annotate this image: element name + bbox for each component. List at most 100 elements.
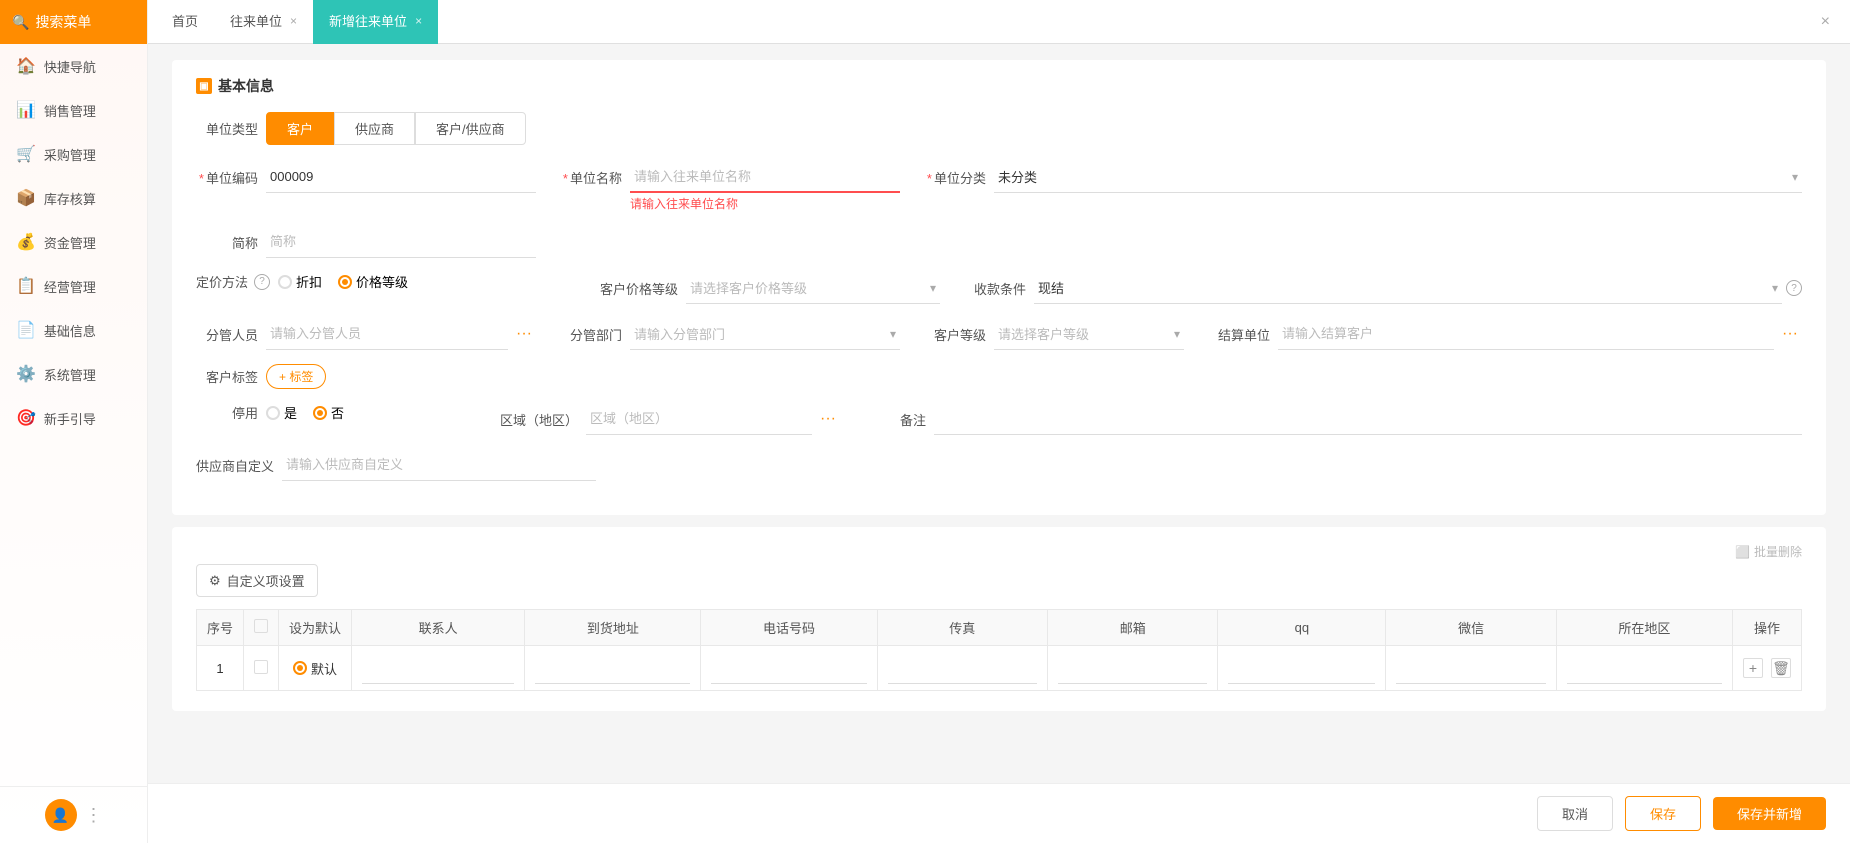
unit-name-label: 单位名称 <box>560 168 630 187</box>
row-phone-cell[interactable] <box>701 646 877 691</box>
select-all-checkbox[interactable] <box>254 619 268 633</box>
tab-counterparty-close[interactable]: × <box>290 14 297 28</box>
row-address-input[interactable] <box>535 652 690 684</box>
sidebar-bottom: 👤 ⋮ <box>0 786 147 843</box>
tab-new-counterparty[interactable]: 新增往来单位 × <box>313 0 438 44</box>
supplier-custom-label: 供应商自定义 <box>196 456 282 475</box>
unit-name-input[interactable] <box>630 161 900 193</box>
sidebar-search-label: 搜索菜单 <box>35 12 91 32</box>
short-name-input[interactable] <box>266 226 536 258</box>
row-pricing: 定价方法 ? 折扣 价格等级 <box>196 272 1802 304</box>
sidebar-item-label: 经营管理 <box>44 277 96 296</box>
radio-disable-no[interactable]: 否 <box>313 403 344 422</box>
field-pricing-method: 定价方法 ? 折扣 价格等级 <box>196 272 576 291</box>
custom-settings-button[interactable]: ⚙ 自定义项设置 <box>196 564 318 597</box>
row-email-input[interactable] <box>1058 652 1207 684</box>
region-dots-btn[interactable]: ··· <box>816 410 840 428</box>
department-select[interactable]: 请输入分管部门 ▾ <box>630 318 900 350</box>
radio-discount[interactable]: 折扣 <box>278 272 322 291</box>
region-input[interactable] <box>586 403 812 435</box>
customer-price-label: 客户价格等级 <box>600 279 686 298</box>
customer-grade-select[interactable]: 请选择客户等级 ▾ <box>994 318 1184 350</box>
row-default-radio[interactable]: 默认 <box>289 659 341 678</box>
tab-counterparty-label: 往来单位 <box>230 11 282 30</box>
purchase-icon: 🛒 <box>16 144 36 164</box>
manager-input[interactable] <box>266 318 508 350</box>
payment-terms-help-icon[interactable]: ? <box>1786 280 1802 296</box>
row-area-cell[interactable] <box>1556 646 1732 691</box>
remark-input[interactable] <box>934 403 1802 435</box>
row-wechat-input[interactable] <box>1396 652 1545 684</box>
customer-price-arrow: ▾ <box>930 281 936 295</box>
unit-code-input[interactable] <box>266 161 536 193</box>
row-area-input[interactable] <box>1567 652 1722 684</box>
tab-bar: 首页 往来单位 × 新增往来单位 × × <box>148 0 1850 44</box>
row-qq-input[interactable] <box>1228 652 1375 684</box>
sidebar-item-system[interactable]: ⚙️ 系统管理 <box>0 352 147 396</box>
radio-price-level[interactable]: 价格等级 <box>338 272 408 291</box>
col-phone: 电话号码 <box>701 610 877 646</box>
tab-counterparty[interactable]: 往来单位 × <box>214 0 313 44</box>
row-delete-btn[interactable]: 🗑 <box>1771 658 1791 678</box>
sidebar-item-newbie[interactable]: 🎯 新手引导 <box>0 396 147 440</box>
payment-terms-select[interactable]: 现结 ▾ <box>1034 272 1782 304</box>
batch-delete-label[interactable]: 批量删除 <box>1754 543 1802 560</box>
sidebar-item-label: 快捷导航 <box>44 57 96 76</box>
pricing-method-help-icon[interactable]: ? <box>254 274 270 290</box>
row-checkbox[interactable] <box>254 660 268 674</box>
sidebar-item-basic-info[interactable]: 📄 基础信息 <box>0 308 147 352</box>
row-fax-cell[interactable] <box>877 646 1047 691</box>
col-contact: 联系人 <box>352 610 525 646</box>
settlement-unit-label: 结算单位 <box>1208 325 1278 344</box>
tab-new-counterparty-close[interactable]: × <box>415 14 422 28</box>
sales-icon: 📊 <box>16 100 36 120</box>
tab-bar-close[interactable]: × <box>1809 13 1842 31</box>
department-label: 分管部门 <box>560 325 630 344</box>
unit-category-select[interactable]: 未分类 ▾ <box>994 161 1802 193</box>
save-new-button[interactable]: 保存并新增 <box>1713 797 1826 830</box>
add-tag-button[interactable]: + 标签 <box>266 364 326 389</box>
row-fax-input[interactable] <box>888 652 1037 684</box>
row-address-cell[interactable] <box>525 646 701 691</box>
field-supplier-custom: 供应商自定义 <box>196 449 596 481</box>
row-contact-cell[interactable] <box>352 646 525 691</box>
settlement-unit-dots-btn[interactable]: ··· <box>1778 325 1802 343</box>
col-wechat: 微信 <box>1386 610 1556 646</box>
col-email: 邮箱 <box>1048 610 1218 646</box>
save-button[interactable]: 保存 <box>1625 796 1701 831</box>
basic-info-icon: 📄 <box>16 320 36 340</box>
row-qq-cell[interactable] <box>1218 646 1386 691</box>
col-checkbox[interactable] <box>244 610 279 646</box>
sidebar-item-sales[interactable]: 📊 销售管理 <box>0 88 147 132</box>
customer-price-select[interactable]: 请选择客户价格等级 ▾ <box>686 272 940 304</box>
customer-tag-label: 客户标签 <box>196 367 266 386</box>
supplier-custom-input[interactable] <box>282 449 596 481</box>
settlement-unit-input[interactable] <box>1278 318 1774 350</box>
sidebar-item-purchase[interactable]: 🛒 采购管理 <box>0 132 147 176</box>
manager-dots-btn[interactable]: ··· <box>512 325 536 343</box>
radio-disable-yes[interactable]: 是 <box>266 403 297 422</box>
sidebar-item-quick-nav[interactable]: 🏠 快捷导航 <box>0 44 147 88</box>
btn-customer-supplier[interactable]: 客户/供应商 <box>415 112 526 145</box>
user-avatar[interactable]: 👤 <box>45 799 77 831</box>
sidebar-search[interactable]: 🔍 搜索菜单 <box>0 0 147 44</box>
unit-type-row: 单位类型 客户 供应商 客户/供应商 <box>196 112 1802 145</box>
department-arrow: ▾ <box>890 327 896 341</box>
sidebar-item-operations[interactable]: 📋 经营管理 <box>0 264 147 308</box>
btn-customer[interactable]: 客户 <box>266 112 334 145</box>
row-email-cell[interactable] <box>1048 646 1218 691</box>
sidebar-item-finance[interactable]: 💰 资金管理 <box>0 220 147 264</box>
btn-supplier[interactable]: 供应商 <box>334 112 415 145</box>
cancel-button[interactable]: 取消 <box>1537 796 1613 831</box>
custom-settings-label: 自定义项设置 <box>227 571 305 590</box>
row-contact-input[interactable] <box>362 652 514 684</box>
tab-home[interactable]: 首页 <box>156 0 214 44</box>
row-default-label: 默认 <box>311 659 337 678</box>
contact-section: ⬜ 批量删除 ⚙ 自定义项设置 序号 设为默认 联系人 到货地址 电话号码 传真 <box>172 527 1826 711</box>
row-wechat-cell[interactable] <box>1386 646 1556 691</box>
row-checkbox-cell[interactable] <box>244 646 279 691</box>
row-phone-input[interactable] <box>711 652 866 684</box>
sidebar-item-inventory[interactable]: 📦 库存核算 <box>0 176 147 220</box>
row-add-btn[interactable]: + <box>1743 658 1763 678</box>
field-unit-category: 单位分类 未分类 ▾ <box>924 161 1802 193</box>
